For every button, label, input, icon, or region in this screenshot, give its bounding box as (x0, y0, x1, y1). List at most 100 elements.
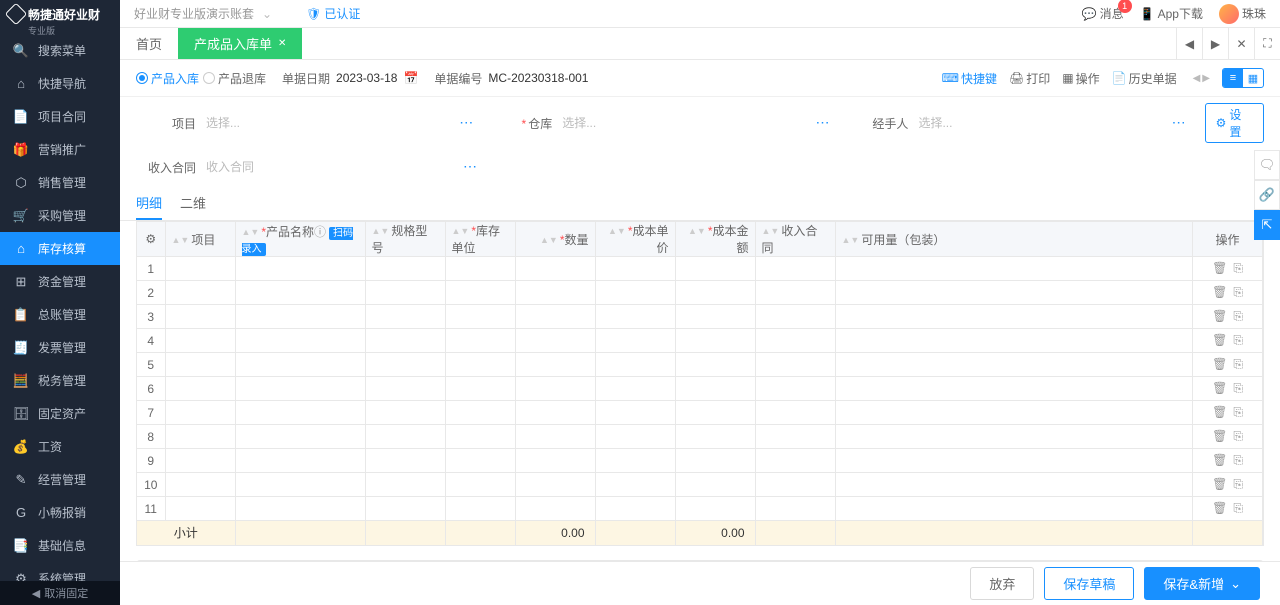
copy-icon[interactable]: ⎘ (1233, 333, 1243, 347)
project-input[interactable] (206, 116, 459, 130)
project-more[interactable]: ⋯ (459, 114, 472, 131)
table-row[interactable]: 9🗑⎘ (137, 449, 1263, 473)
detail-tab-dim[interactable]: 二维 (180, 193, 206, 220)
nav-item-8[interactable]: 📋总账管理 (0, 298, 120, 331)
copy-icon[interactable]: ⎘ (1233, 453, 1243, 467)
calendar-icon[interactable]: 📅 (403, 71, 418, 85)
nav-item-10[interactable]: 🧮税务管理 (0, 364, 120, 397)
tab-close-all[interactable]: ✕ (1228, 28, 1254, 60)
cancel-button[interactable]: 放弃 (970, 567, 1034, 600)
nav-item-3[interactable]: 🎁营销推广 (0, 133, 120, 166)
side-tool-2[interactable]: 🔗 (1254, 180, 1280, 210)
shortcut-button[interactable]: ⌨快捷键 (942, 70, 997, 87)
date-value[interactable]: 2023-03-18 (336, 71, 397, 85)
col-price[interactable]: ▲▼*成本单价 (595, 222, 675, 257)
delete-icon[interactable]: 🗑 (1212, 261, 1227, 275)
copy-icon[interactable]: ⎘ (1233, 381, 1243, 395)
col-project[interactable]: ▲▼项目 (165, 222, 235, 257)
nav-item-15[interactable]: 📑基础信息 (0, 529, 120, 562)
table-row[interactable]: 11🗑⎘ (137, 497, 1263, 521)
nav-prev[interactable]: ◀ (1193, 73, 1201, 84)
user-menu[interactable]: 珠珠 (1219, 4, 1266, 24)
delete-icon[interactable]: 🗑 (1212, 309, 1227, 323)
col-avail[interactable]: ▲▼可用量（包装） (835, 222, 1193, 257)
contract-input[interactable] (206, 160, 463, 174)
contract-more[interactable]: ⋯ (463, 158, 476, 175)
nav-item-5[interactable]: 🛒采购管理 (0, 199, 120, 232)
nav-item-0[interactable]: 🔍搜索菜单 (0, 34, 120, 67)
delete-icon[interactable]: 🗑 (1212, 501, 1227, 515)
tab-prev[interactable]: ◀ (1176, 28, 1202, 60)
table-row[interactable]: 1🗑⎘ (137, 257, 1263, 281)
tab-home[interactable]: 首页 (120, 28, 178, 59)
nav-item-6[interactable]: ⌂库存核算 (0, 232, 120, 265)
save-new-button[interactable]: 保存&新增⌄ (1144, 567, 1260, 600)
table-row[interactable]: 10🗑⎘ (137, 473, 1263, 497)
print-button[interactable]: 🖨打印 (1009, 70, 1050, 87)
nav-next[interactable]: ▶ (1202, 73, 1210, 84)
copy-icon[interactable]: ⎘ (1233, 429, 1243, 443)
handler-more[interactable]: ⋯ (1172, 114, 1185, 131)
nav-item-12[interactable]: 💰工资 (0, 430, 120, 463)
side-tool-3[interactable]: ⇱ (1254, 210, 1280, 240)
table-row[interactable]: 7🗑⎘ (137, 401, 1263, 425)
delete-icon[interactable]: 🗑 (1212, 405, 1227, 419)
view-card[interactable]: ▦ (1243, 69, 1263, 87)
nav-item-14[interactable]: G小畅报销 (0, 496, 120, 529)
col-gear[interactable]: ⚙ (137, 222, 165, 257)
table-row[interactable]: 5🗑⎘ (137, 353, 1263, 377)
nav-item-2[interactable]: 📄项目合同 (0, 100, 120, 133)
handler-input[interactable] (918, 116, 1171, 130)
table-row[interactable]: 2🗑⎘ (137, 281, 1263, 305)
table-row[interactable]: 6🗑⎘ (137, 377, 1263, 401)
nav-item-13[interactable]: ✎经营管理 (0, 463, 120, 496)
copy-icon[interactable]: ⎘ (1233, 477, 1243, 491)
col-spec[interactable]: ▲▼规格型号 (365, 222, 445, 257)
copy-icon[interactable]: ⎘ (1233, 285, 1243, 299)
col-amount[interactable]: ▲▼*成本金额 (675, 222, 755, 257)
view-list[interactable]: ≡ (1223, 69, 1243, 87)
delete-icon[interactable]: 🗑 (1212, 381, 1227, 395)
delete-icon[interactable]: 🗑 (1212, 429, 1227, 443)
col-contract[interactable]: ▲▼收入合同 (755, 222, 835, 257)
close-icon[interactable]: ✕ (278, 38, 286, 49)
tab-next[interactable]: ▶ (1202, 28, 1228, 60)
delete-icon[interactable]: 🗑 (1212, 333, 1227, 347)
side-tool-1[interactable]: 🗨 (1254, 150, 1280, 180)
table-row[interactable]: 4🗑⎘ (137, 329, 1263, 353)
nav-item-7[interactable]: ⊞资金管理 (0, 265, 120, 298)
radio-out[interactable]: 产品退库 (203, 70, 266, 87)
history-button[interactable]: 📄历史单据 (1112, 70, 1177, 87)
messages-button[interactable]: 💬 消息 1 (1082, 5, 1124, 22)
copy-icon[interactable]: ⎘ (1233, 405, 1243, 419)
col-product[interactable]: ▲▼*产品名称ⓘ扫码录入 (235, 222, 365, 257)
operations-button[interactable]: ▦操作 (1062, 70, 1099, 87)
nav-item-16[interactable]: ⚙系统管理 (0, 562, 120, 581)
tab-active[interactable]: 产成品入库单 ✕ (178, 28, 302, 59)
settings-button[interactable]: ⚙设置 (1205, 103, 1264, 143)
pin-toggle[interactable]: ◀ 取消固定 (0, 581, 120, 605)
nav-item-9[interactable]: 🧾发票管理 (0, 331, 120, 364)
copy-icon[interactable]: ⎘ (1233, 309, 1243, 323)
col-unit[interactable]: ▲▼*库存单位 (445, 222, 515, 257)
nav-item-11[interactable]: 🗄固定资产 (0, 397, 120, 430)
table-row[interactable]: 3🗑⎘ (137, 305, 1263, 329)
delete-icon[interactable]: 🗑 (1212, 453, 1227, 467)
tab-fullscreen[interactable]: ⛶ (1254, 28, 1280, 60)
delete-icon[interactable]: 🗑 (1212, 357, 1227, 371)
copy-icon[interactable]: ⎘ (1233, 261, 1243, 275)
radio-in[interactable]: 产品入库 (136, 70, 199, 87)
delete-icon[interactable]: 🗑 (1212, 285, 1227, 299)
account-selector[interactable]: 好业财专业版演示账套 ⌄ (134, 5, 272, 22)
copy-icon[interactable]: ⎘ (1233, 357, 1243, 371)
nav-item-4[interactable]: ⬡销售管理 (0, 166, 120, 199)
app-download-button[interactable]: 📱 App下载 (1140, 5, 1203, 22)
detail-tab-detail[interactable]: 明细 (136, 193, 162, 220)
table-row[interactable]: 8🗑⎘ (137, 425, 1263, 449)
warehouse-input[interactable] (562, 116, 815, 130)
delete-icon[interactable]: 🗑 (1212, 477, 1227, 491)
copy-icon[interactable]: ⎘ (1233, 501, 1243, 515)
warehouse-more[interactable]: ⋯ (815, 114, 828, 131)
nav-item-1[interactable]: ⌂快捷导航 (0, 67, 120, 100)
col-qty[interactable]: ▲▼*数量 (515, 222, 595, 257)
